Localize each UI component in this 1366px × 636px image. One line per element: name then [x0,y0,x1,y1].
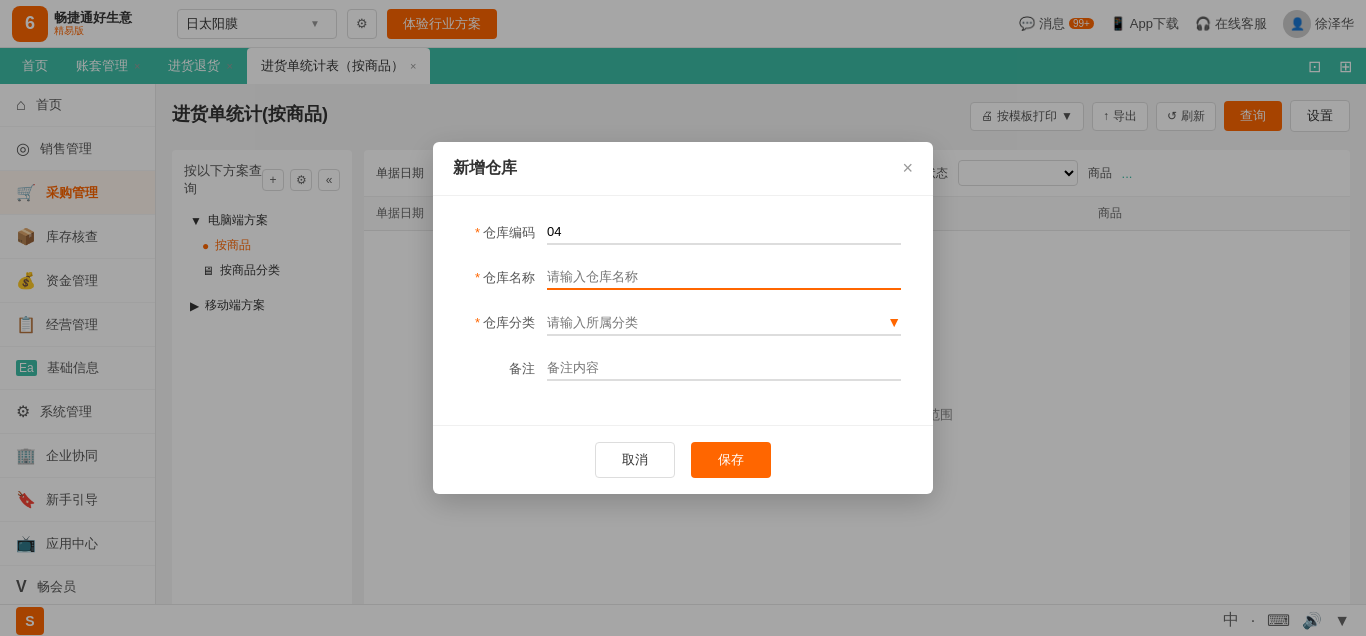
dialog-title: 新增仓库 [453,158,517,179]
modal-overlay: 新增仓库 × 仓库编码 仓库名称 仓库分类 ▼ [0,0,1366,636]
dialog-header: 新增仓库 × [433,142,933,196]
category-select-wrap: ▼ [547,310,901,336]
cancel-button[interactable]: 取消 [595,442,675,478]
category-input[interactable] [547,315,887,330]
dialog-new-warehouse: 新增仓库 × 仓库编码 仓库名称 仓库分类 ▼ [433,142,933,494]
form-row-category: 仓库分类 ▼ [465,310,901,336]
category-arrow-icon: ▼ [887,314,901,330]
remark-label: 备注 [465,360,535,378]
dialog-body: 仓库编码 仓库名称 仓库分类 ▼ 备注 [433,196,933,425]
form-row-code: 仓库编码 [465,220,901,245]
code-label: 仓库编码 [465,224,535,242]
dialog-close-button[interactable]: × [902,158,913,179]
remark-input[interactable] [547,356,901,381]
name-label: 仓库名称 [465,269,535,287]
form-row-remark: 备注 [465,356,901,381]
save-button[interactable]: 保存 [691,442,771,478]
name-input[interactable] [547,265,901,290]
category-label: 仓库分类 [465,314,535,332]
dialog-footer: 取消 保存 [433,425,933,494]
form-row-name: 仓库名称 [465,265,901,290]
code-input[interactable] [547,220,901,245]
